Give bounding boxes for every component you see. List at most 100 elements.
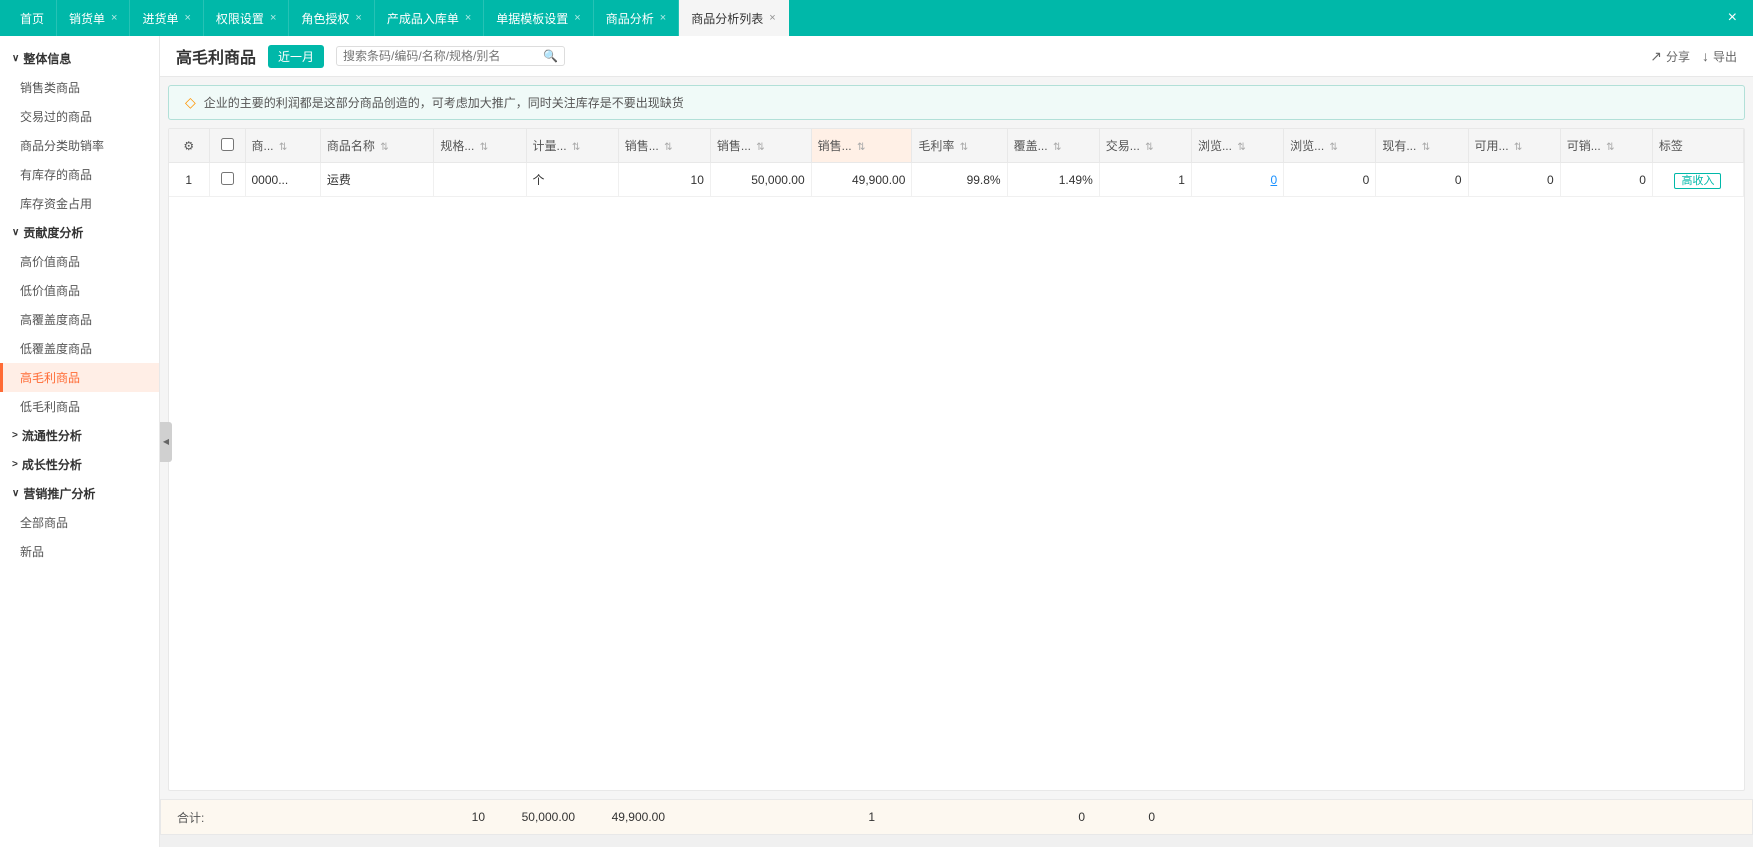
sort-icon-instock[interactable]: ⇅ [1422, 142, 1430, 153]
data-table: ⚙ 商... ⇅ 商品名称 ⇅ [169, 129, 1744, 197]
th-code: 商... ⇅ [245, 129, 320, 163]
sidebar-group-marketing[interactable]: ∨ 营销推广分析 [0, 479, 159, 508]
nav-tab-sales[interactable]: 销货单 × [57, 0, 130, 36]
export-icon: ↓ [1702, 48, 1709, 64]
sort-icon-unit[interactable]: ⇅ [572, 142, 580, 153]
tip-text: 企业的主要的利润都是这部分商品创造的，可考虑加大推广，同时关注库存是不要出现缺货 [204, 94, 684, 111]
td-coverage: 1.49% [1007, 163, 1099, 197]
th-trade-count: 交易... ⇅ [1099, 129, 1191, 163]
th-spec: 规格... ⇅ [434, 129, 526, 163]
col-instock-label: 现有... [1382, 139, 1416, 153]
sort-icon-sales-profit[interactable]: ⇅ [857, 142, 865, 153]
sort-icon-available[interactable]: ⇅ [1514, 142, 1522, 153]
th-tag: 标签 [1652, 129, 1743, 163]
sidebar-item-low-coverage[interactable]: 低覆盖度商品 [0, 334, 159, 363]
sidebar-group-contribution[interactable]: ∨ 贡献度分析 [0, 218, 159, 247]
footer-sales-amt: 50,000.00 [485, 810, 575, 824]
sort-icon-sales-qty[interactable]: ⇅ [664, 142, 672, 153]
sidebar-item-high-value[interactable]: 高价值商品 [0, 247, 159, 276]
sidebar-collapse-button[interactable]: ◀ [160, 422, 172, 462]
sidebar-item-high-coverage[interactable]: 高覆盖度商品 [0, 305, 159, 334]
close-all-tabs-button[interactable]: × [1720, 9, 1745, 27]
row-checkbox[interactable] [221, 172, 234, 185]
sidebar-group-growth[interactable]: > 成长性分析 [0, 450, 159, 479]
nav-tab-home[interactable]: 首页 [8, 0, 57, 36]
table-container[interactable]: ⚙ 商... ⇅ 商品名称 ⇅ [168, 128, 1745, 791]
sidebar-item-low-value[interactable]: 低价值商品 [0, 276, 159, 305]
sidebar-group-liquidity[interactable]: > 流通性分析 [0, 421, 159, 450]
close-tab-purchase[interactable]: × [184, 12, 190, 24]
nav-tab-product-analysis-list[interactable]: 商品分析列表 × [679, 0, 788, 36]
col-margin-rate-label: 毛利率 [918, 139, 954, 153]
sidebar-item-all-goods[interactable]: 全部商品 [0, 508, 159, 537]
footer-label: 合计: [177, 809, 237, 826]
nav-tab-product-analysis[interactable]: 商品分析 × [594, 0, 679, 36]
close-tab-product-analysis-list[interactable]: × [769, 12, 775, 24]
sidebar-item-sales-goods[interactable]: 销售类商品 [0, 73, 159, 102]
sidebar-item-high-margin[interactable]: 高毛利商品 [0, 363, 159, 392]
th-sellable: 可销... ⇅ [1560, 129, 1652, 163]
search-icon[interactable]: 🔍 [543, 49, 558, 63]
sidebar-item-low-margin[interactable]: 低毛利商品 [0, 392, 159, 421]
sidebar-item-in-stock-goods[interactable]: 有库存的商品 [0, 160, 159, 189]
share-button[interactable]: ↗ 分享 [1650, 48, 1690, 65]
export-button[interactable]: ↓ 导出 [1702, 48, 1737, 65]
filter-recent-month-button[interactable]: 近一月 [268, 45, 324, 68]
td-browse1: 0 [1191, 163, 1283, 197]
footer-instock: 0 [1015, 810, 1085, 824]
close-tab-template-settings[interactable]: × [574, 12, 580, 24]
close-tab-permissions[interactable]: × [270, 12, 276, 24]
sidebar-item-stock-capital[interactable]: 库存资金占用 [0, 189, 159, 218]
sort-icon-browse2[interactable]: ⇅ [1330, 142, 1338, 153]
nav-tab-roles[interactable]: 角色授权 × [289, 0, 374, 36]
tip-bar: ◇ 企业的主要的利润都是这部分商品创造的，可考虑加大推广，同时关注库存是不要出现… [168, 85, 1745, 120]
th-coverage: 覆盖... ⇅ [1007, 129, 1099, 163]
collapse-icon: ◀ [163, 437, 169, 446]
col-available-label: 可用... [1475, 139, 1509, 153]
col-sales-profit-label: 销售... [818, 139, 852, 153]
sort-icon-spec[interactable]: ⇅ [480, 142, 488, 153]
sidebar: ∨ 整体信息 销售类商品 交易过的商品 商品分类助销率 有库存的商品 库存资金占… [0, 36, 160, 847]
th-checkbox[interactable] [209, 129, 245, 163]
nav-tab-permissions[interactable]: 权限设置 × [204, 0, 289, 36]
sort-icon-name[interactable]: ⇅ [380, 142, 388, 153]
footer-trade-count: 1 [805, 810, 875, 824]
th-settings[interactable]: ⚙ [169, 129, 209, 163]
close-tab-product-inbound[interactable]: × [465, 12, 471, 24]
search-input[interactable] [343, 49, 543, 63]
tag-badge: 高收入 [1674, 173, 1721, 189]
td-checkbox[interactable] [209, 163, 245, 197]
sidebar-item-new-goods[interactable]: 新品 [0, 537, 159, 566]
sort-icon-sellable[interactable]: ⇅ [1606, 142, 1614, 153]
horizontal-scrollbar[interactable] [160, 835, 1753, 847]
sidebar-item-traded-goods[interactable]: 交易过的商品 [0, 102, 159, 131]
sort-icon-trade-count[interactable]: ⇅ [1145, 142, 1153, 153]
td-margin-rate: 99.8% [912, 163, 1007, 197]
content-panel: 高毛利商品 近一月 🔍 ↗ 分享 ↓ 导出 ◇ 企业的主要的利润都是这部分商品创… [160, 36, 1753, 847]
col-browse1-label: 浏览... [1198, 139, 1232, 153]
sort-icon-code[interactable]: ⇅ [279, 142, 287, 153]
close-tab-sales[interactable]: × [111, 12, 117, 24]
close-tab-roles[interactable]: × [355, 12, 361, 24]
sort-icon-coverage[interactable]: ⇅ [1053, 142, 1061, 153]
th-name: 商品名称 ⇅ [320, 129, 433, 163]
th-browse1: 浏览... ⇅ [1191, 129, 1283, 163]
sidebar-item-category-rate[interactable]: 商品分类助销率 [0, 131, 159, 160]
td-trade-count: 1 [1099, 163, 1191, 197]
sidebar-group-overall[interactable]: ∨ 整体信息 [0, 44, 159, 73]
nav-tab-purchase[interactable]: 进货单 × [130, 0, 203, 36]
col-unit-label: 计量... [533, 139, 567, 153]
sort-icon-margin-rate[interactable]: ⇅ [960, 142, 968, 153]
col-coverage-label: 覆盖... [1014, 139, 1048, 153]
select-all-checkbox[interactable] [221, 138, 234, 151]
arrow-icon-5: ∨ [12, 488, 19, 499]
nav-tab-template-settings[interactable]: 单据模板设置 × [484, 0, 593, 36]
close-tab-product-analysis[interactable]: × [660, 12, 666, 24]
sort-icon-browse1[interactable]: ⇅ [1237, 142, 1245, 153]
sort-icon-sales-amt[interactable]: ⇅ [756, 142, 764, 153]
share-icon: ↗ [1650, 48, 1662, 65]
td-instock: 0 [1376, 163, 1468, 197]
th-sales-profit: 销售... ⇅ [811, 129, 912, 163]
td-sales-profit: 49,900.00 [811, 163, 912, 197]
nav-tab-product-inbound[interactable]: 产成品入库单 × [375, 0, 484, 36]
